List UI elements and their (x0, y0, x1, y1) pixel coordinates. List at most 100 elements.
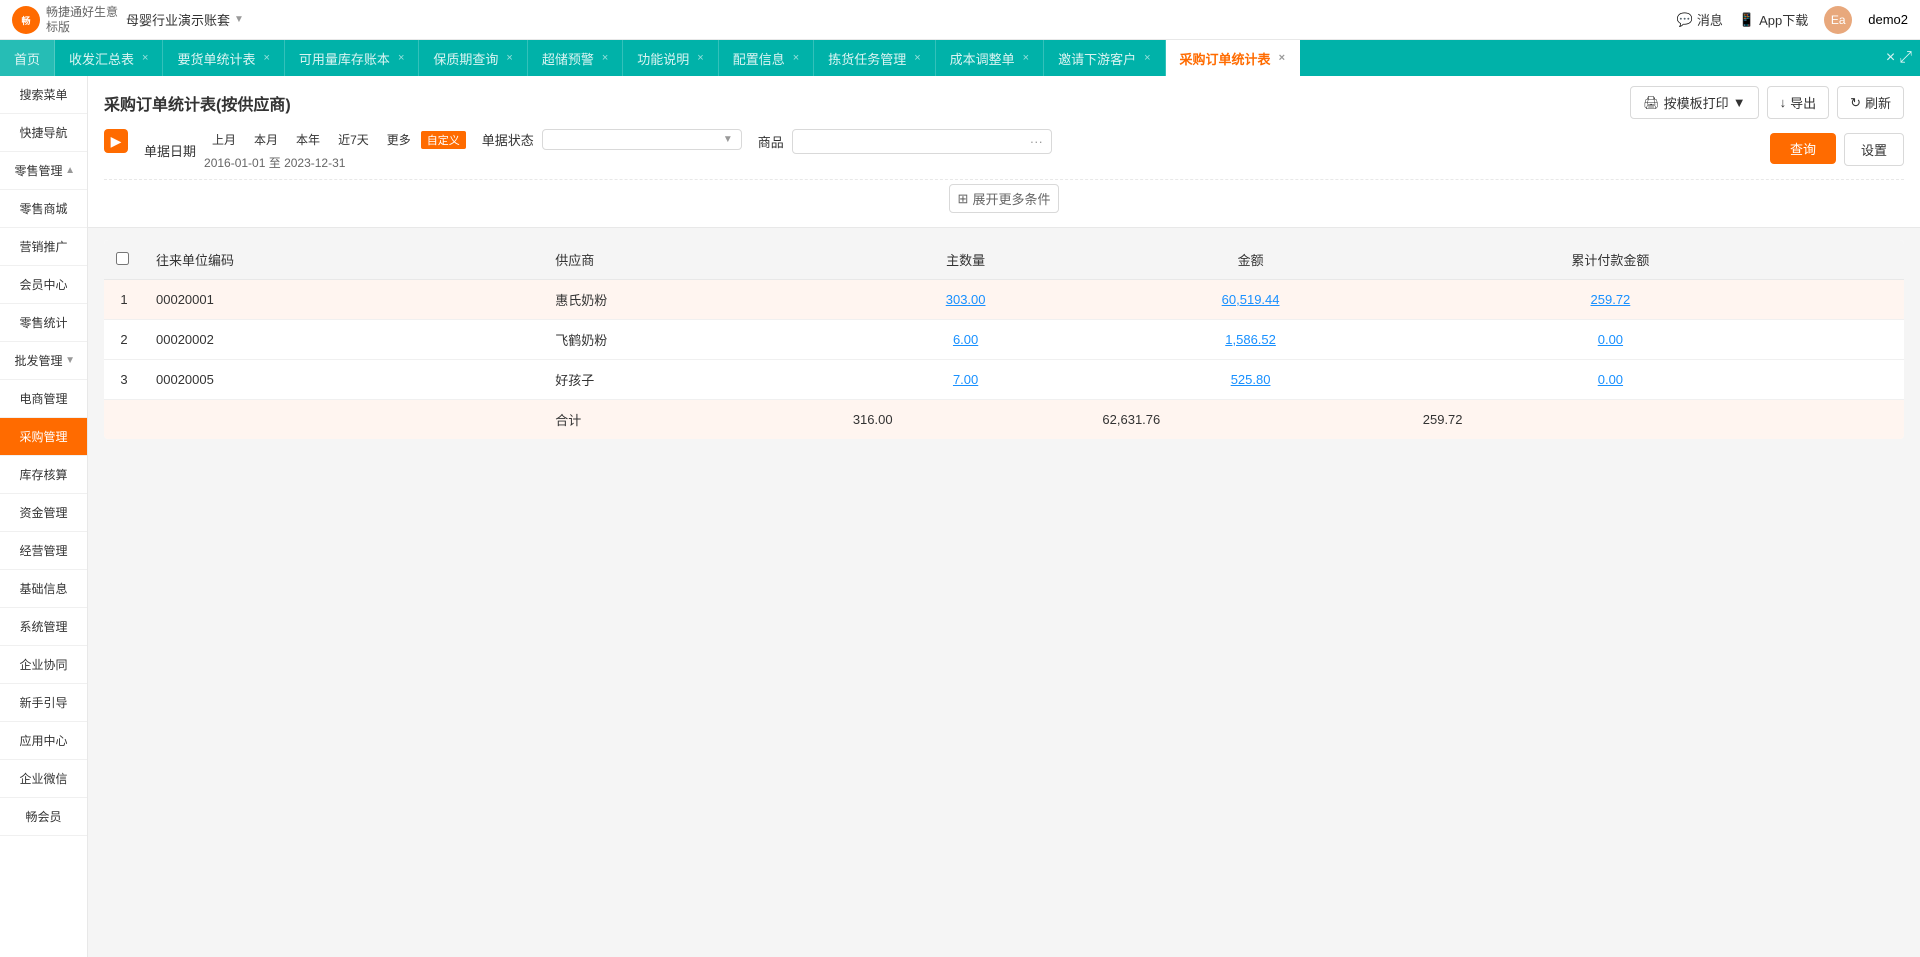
settings-button[interactable]: 设置 (1844, 133, 1904, 166)
row-quantity-0[interactable]: 303.00 (841, 280, 1091, 320)
tab-yaohuo-close-icon[interactable]: × (263, 52, 269, 64)
tab-shoufahuiTotal-close-icon[interactable]: × (142, 52, 148, 64)
logo-icon: 畅 (12, 6, 40, 34)
tab-chaochuyujing[interactable]: 超储预警 × (528, 40, 623, 76)
tab-home[interactable]: 首页 (0, 40, 55, 76)
select-all-checkbox[interactable] (116, 252, 129, 265)
refresh-button[interactable]: ↻ 刷新 (1837, 86, 1904, 119)
shortcut-more[interactable]: 更多 (379, 129, 419, 150)
nav-close-all-icon[interactable]: × (1886, 49, 1895, 67)
sidebar-item-retailshop[interactable]: 零售商城 (0, 190, 87, 228)
user-name: demo2 (1868, 12, 1908, 27)
tab-gongneng-close-icon[interactable]: × (697, 52, 703, 64)
sidebar-item-inventory[interactable]: 库存核算 (0, 456, 87, 494)
expand-more-button[interactable]: ⊞ 展开更多条件 (949, 184, 1060, 213)
tab-baozhi[interactable]: 保质期查询 × (419, 40, 527, 76)
sidebar-item-marketing-label: 营销推广 (4, 238, 83, 255)
row-paid-2[interactable]: 0.00 (1411, 360, 1810, 400)
sidebar-item-batch[interactable]: 批发管理 ▼ (0, 342, 87, 380)
sidebar-item-purchase-label: 采购管理 (4, 428, 83, 445)
col-supplier-header: 供应商 (543, 240, 841, 280)
row-amount-1[interactable]: 1,586.52 (1090, 320, 1410, 360)
footer-quantity: 316.00 (841, 400, 1091, 440)
status-select-arrow-icon: ▼ (723, 134, 733, 145)
table-footer-row: 合计 316.00 62,631.76 259.72 (104, 400, 1904, 440)
user-avatar[interactable]: Ea (1824, 6, 1852, 34)
tab-yaoqing-close-icon[interactable]: × (1144, 52, 1150, 64)
shortcut-7days[interactable]: 近7天 (330, 129, 377, 150)
refresh-icon: ↻ (1850, 95, 1861, 111)
tab-pikuorenwu-close-icon[interactable]: × (914, 52, 920, 64)
shortcut-this-month[interactable]: 本月 (246, 129, 286, 150)
print-button[interactable]: 🖨 按模板打印 ▼ (1630, 86, 1758, 119)
tab-gongneng[interactable]: 功能说明 × (623, 40, 718, 76)
shortcut-last-month[interactable]: 上月 (204, 129, 244, 150)
sidebar-item-quicknav[interactable]: 快捷导航 (0, 114, 87, 152)
sidebar-item-member[interactable]: 会员中心 (0, 266, 87, 304)
tab-caigou-close-icon[interactable]: × (1279, 52, 1285, 64)
row-supplier-0: 惠氏奶粉 (543, 280, 841, 320)
tab-peizhi[interactable]: 配置信息 × (719, 40, 814, 76)
sidebar-item-operations[interactable]: 经营管理 (0, 532, 87, 570)
tab-home-label: 首页 (14, 49, 40, 68)
tab-yaohuo[interactable]: 要货单统计表 × (163, 40, 284, 76)
sidebar-item-search-label: 搜索菜单 (4, 86, 83, 103)
message-icon: 💬 (1677, 12, 1693, 28)
message-button[interactable]: 💬 消息 (1677, 10, 1723, 29)
sidebar-item-system[interactable]: 系统管理 (0, 608, 87, 646)
row-quantity-1[interactable]: 6.00 (841, 320, 1091, 360)
row-code-1: 00020002 (144, 320, 543, 360)
print-label: 按模板打印 (1664, 93, 1729, 112)
tab-shoufahuiTotal[interactable]: 收发汇总表 × (55, 40, 163, 76)
sidebar-item-ecom[interactable]: 电商管理 (0, 380, 87, 418)
sidebar-item-search[interactable]: 搜索菜单 (0, 76, 87, 114)
sidebar-item-finance[interactable]: 资金管理 (0, 494, 87, 532)
tab-chaochuyujing-label: 超储预警 (542, 49, 594, 68)
status-select[interactable]: ▼ (542, 129, 742, 150)
tab-pikuorenwu[interactable]: 拣货任务管理 × (814, 40, 935, 76)
sidebar-item-appcenter[interactable]: 应用中心 (0, 722, 87, 760)
sidebar-item-basic[interactable]: 基础信息 (0, 570, 87, 608)
user-avatar-text: Ea (1831, 13, 1846, 27)
tab-baozhi-close-icon[interactable]: × (506, 52, 512, 64)
app-download-button[interactable]: 📱 App下载 (1739, 10, 1808, 29)
sidebar-item-appcenter-label: 应用中心 (4, 732, 83, 749)
sidebar-item-newguide[interactable]: 新手引导 (0, 684, 87, 722)
row-paid-1[interactable]: 0.00 (1411, 320, 1810, 360)
workspace-selector[interactable]: 母婴行业演示账套 ▼ (126, 10, 244, 29)
tab-chengben-close-icon[interactable]: × (1023, 52, 1029, 64)
sidebar-item-wechat[interactable]: 企业微信 (0, 760, 87, 798)
collapse-toggle-button[interactable]: ▶ (104, 129, 128, 153)
sidebar-item-enterprise[interactable]: 企业协同 (0, 646, 87, 684)
sidebar-item-vip[interactable]: 畅会员 (0, 798, 87, 836)
row-quantity-2[interactable]: 7.00 (841, 360, 1091, 400)
status-filter-label: 单据状态 (482, 130, 534, 149)
export-button[interactable]: ↓ 导出 (1767, 86, 1830, 119)
query-button[interactable]: 查询 (1770, 133, 1836, 164)
shortcut-this-year[interactable]: 本年 (288, 129, 328, 150)
footer-paid: 259.72 (1411, 400, 1810, 440)
page-title-bar: 采购订单统计表(按供应商) 🖨 按模板打印 ▼ ↓ 导出 ↻ 刷新 (88, 76, 1920, 119)
tab-peizhi-close-icon[interactable]: × (793, 52, 799, 64)
sidebar-item-inventory-label: 库存核算 (4, 466, 83, 483)
goods-more-icon[interactable]: ··· (1030, 134, 1043, 149)
row-amount-2[interactable]: 525.80 (1090, 360, 1410, 400)
export-icon: ↓ (1780, 95, 1787, 110)
tab-keyong[interactable]: 可用量库存账本 × (285, 40, 419, 76)
tab-caigou[interactable]: 采购订单统计表 × (1166, 40, 1300, 76)
tab-keyong-close-icon[interactable]: × (398, 52, 404, 64)
tab-chengben[interactable]: 成本调整单 × (936, 40, 1044, 76)
sidebar-item-marketing[interactable]: 营销推广 (0, 228, 87, 266)
row-amount-0[interactable]: 60,519.44 (1090, 280, 1410, 320)
goods-input[interactable]: ··· (792, 129, 1052, 154)
sidebar-item-retail[interactable]: 零售管理 ▲ (0, 152, 87, 190)
tab-chaochuyujing-close-icon[interactable]: × (602, 52, 608, 64)
sidebar-item-purchase[interactable]: 采购管理 (0, 418, 87, 456)
custom-date-tag[interactable]: 自定义 (421, 131, 466, 149)
row-code-0: 00020001 (144, 280, 543, 320)
nav-fullscreen-icon[interactable]: ⤢ (1899, 49, 1912, 67)
tab-yaoqing[interactable]: 邀请下游客户 × (1044, 40, 1165, 76)
row-paid-0[interactable]: 259.72 (1411, 280, 1810, 320)
sidebar-item-retailstat[interactable]: 零售统计 (0, 304, 87, 342)
expand-label: 展开更多条件 (972, 189, 1050, 208)
